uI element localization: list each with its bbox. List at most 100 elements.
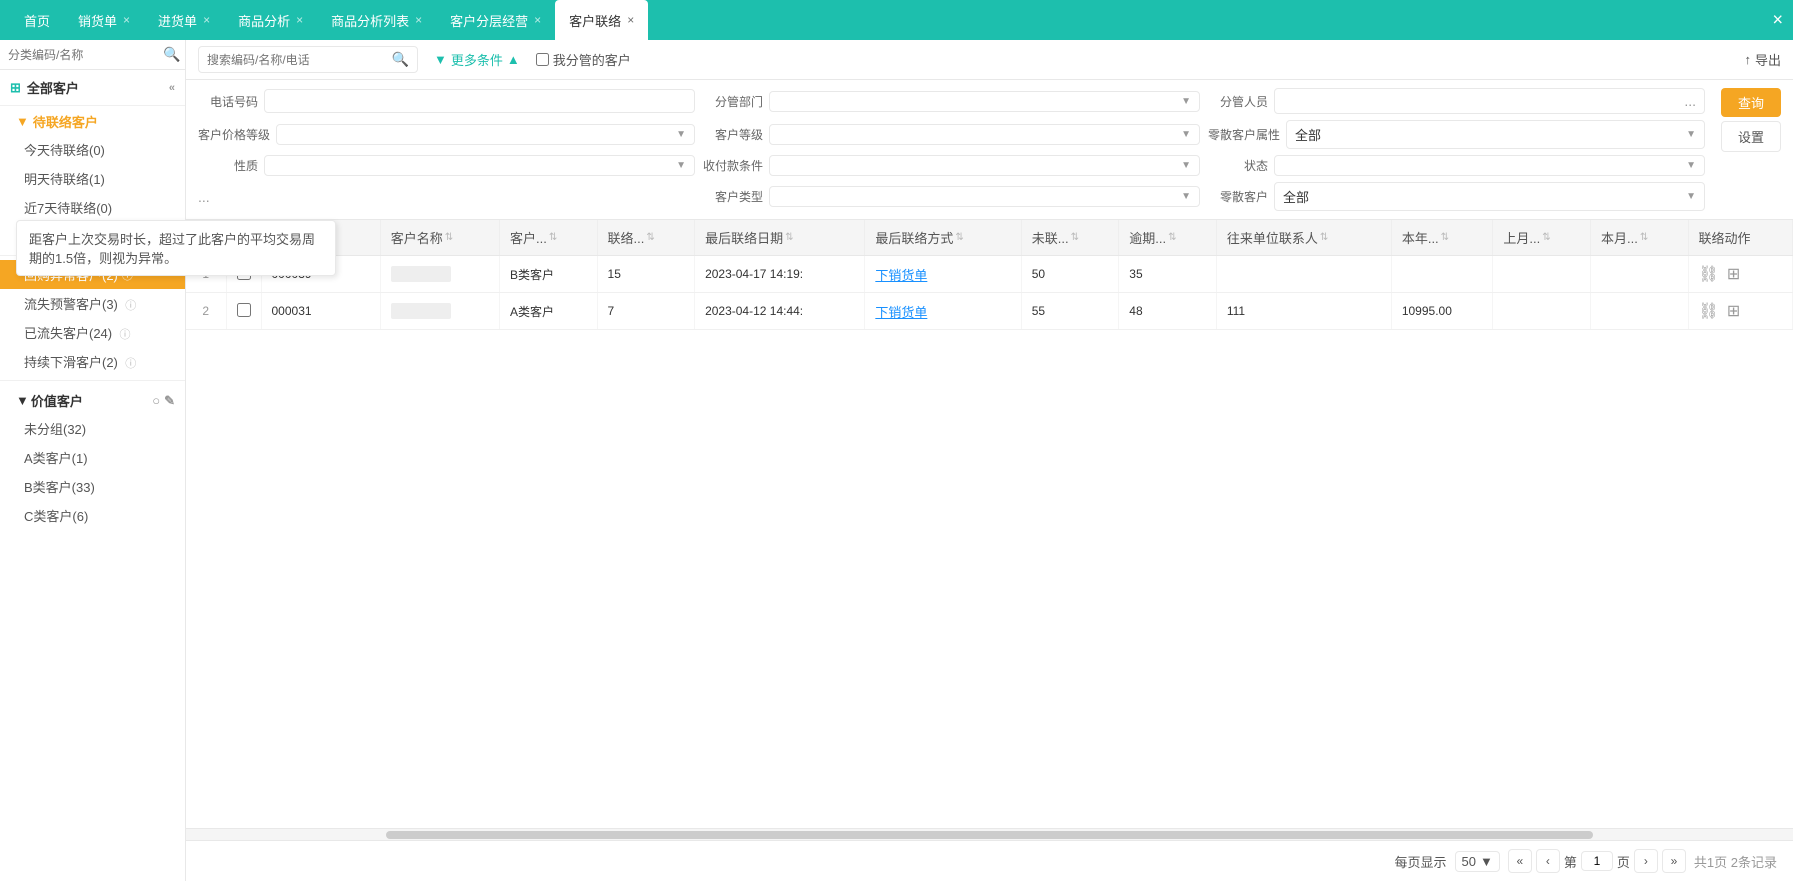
manager-dots[interactable]: ...	[1684, 93, 1696, 109]
tab-close-sales[interactable]: ×	[123, 13, 130, 27]
tab-purchase[interactable]: 进货单 ×	[144, 0, 224, 40]
sort-icon-contact: ⇅	[646, 232, 654, 243]
filter-cell-more: ...	[198, 189, 695, 205]
filter-cell-retail-attr: 零散客户属性 全部 ▼	[1208, 120, 1705, 149]
price-level-select[interactable]: ▼	[276, 124, 695, 145]
row1-grid-icon[interactable]: ⊞	[1727, 264, 1740, 284]
filter-cell-retail-customer: 零散客户 全部 ▼	[1208, 182, 1705, 211]
page-number-input[interactable]	[1581, 851, 1613, 871]
status-select[interactable]: ▼	[1274, 155, 1705, 176]
sidebar-search-icon[interactable]: 🔍	[163, 46, 180, 63]
retail-customer-select[interactable]: 全部 ▼	[1274, 182, 1705, 211]
sidebar-value-group[interactable]: ▼ 价值客户 ○ ✎	[0, 385, 185, 414]
tooltip-repurchase: 距客户上次交易时长，超过了此客户的平均交易周期的1.5倍，则视为异常。	[16, 220, 186, 276]
row2-last-method[interactable]: 下销货单	[865, 293, 1021, 330]
sidebar-item-tomorrow[interactable]: 明天待联络(1)	[0, 164, 185, 193]
sidebar-item-today[interactable]: 今天待联络(0)	[0, 135, 185, 164]
per-page-select[interactable]: 50 ▼	[1455, 851, 1500, 872]
search-icon-main[interactable]: 🔍	[392, 51, 409, 68]
edit-icon[interactable]: ✎	[164, 393, 175, 409]
more-dots[interactable]: ...	[198, 189, 210, 205]
filter-icon: ▼	[434, 52, 447, 67]
th-last-month[interactable]: 上月... ⇅	[1493, 220, 1591, 256]
tab-customer-layer[interactable]: 客户分层经营 ×	[436, 0, 555, 40]
sidebar-item-churned[interactable]: 已流失客户(24) ⓘ	[0, 318, 185, 347]
export-button[interactable]: ↑ 导出	[1744, 50, 1781, 69]
chevron-down-price: ▼	[676, 129, 686, 140]
sidebar-item-churn-warning[interactable]: 流失预警客户(3) ⓘ	[0, 289, 185, 318]
table-header-row: ⚙ 客户编码 ⇅ 客户名称	[186, 220, 1793, 256]
retail-attr-select[interactable]: 全部 ▼	[1286, 120, 1705, 149]
tab-close-customer-contact[interactable]: ×	[627, 13, 634, 27]
filter-cell-customer-type: 客户类型 ▼	[703, 186, 1200, 207]
th-uncontacted[interactable]: 未联... ⇅	[1021, 220, 1119, 256]
action-buttons: 查询 设置	[1713, 88, 1781, 152]
row2-last-date: 2023-04-12 14:44:	[695, 293, 865, 330]
row2-contact: 7	[597, 293, 695, 330]
tab-product-list[interactable]: 商品分析列表 ×	[317, 0, 436, 40]
row2-select-checkbox[interactable]	[237, 303, 251, 317]
circle-icon[interactable]: ○	[152, 393, 160, 409]
settings-button[interactable]: 设置	[1721, 121, 1781, 152]
dept-select[interactable]: ▼	[769, 91, 1200, 112]
tab-close-customer-layer[interactable]: ×	[534, 13, 541, 27]
window-close-button[interactable]: ×	[1772, 10, 1783, 31]
my-customers-checkbox[interactable]: 我分管的客户	[536, 50, 631, 69]
th-unit-contact[interactable]: 往来单位联系人 ⇅	[1216, 220, 1391, 256]
sidebar-item-class-c[interactable]: C类客户(6)	[0, 501, 185, 530]
row2-grid-icon[interactable]: ⊞	[1727, 301, 1740, 321]
tab-close-product-list[interactable]: ×	[415, 13, 422, 27]
row1-this-year	[1391, 256, 1493, 293]
customer-type-select[interactable]: ▼	[769, 186, 1200, 207]
th-last-contact-date[interactable]: 最后联络日期 ⇅	[695, 220, 865, 256]
chevron-down-retail: ▼	[1686, 129, 1696, 140]
chevron-down-perpage: ▼	[1480, 854, 1493, 869]
row2-this-year: 10995.00	[1391, 293, 1493, 330]
manager-select[interactable]: ...	[1274, 88, 1705, 114]
tab-home[interactable]: 首页	[10, 0, 64, 40]
th-type[interactable]: 客户... ⇅	[499, 220, 597, 256]
filter-row-4: ... 客户类型 ▼ 零散客户 全部	[198, 182, 1705, 211]
more-conditions-btn[interactable]: ▼ 更多条件 ▲	[434, 50, 520, 69]
sort-icon-lmonth: ⇅	[1542, 232, 1550, 243]
search-input[interactable]	[207, 53, 392, 67]
query-button[interactable]: 查询	[1721, 88, 1781, 117]
sidebar-item-class-a[interactable]: A类客户(1)	[0, 443, 185, 472]
row2-link-icon[interactable]: ⛓	[1699, 301, 1719, 321]
nature-select[interactable]: ▼	[264, 155, 695, 176]
sidebar-item-class-b[interactable]: B类客户(33)	[0, 472, 185, 501]
my-customers-input[interactable]	[536, 53, 549, 66]
filter-grid: 电话号码 分管部门 ▼ 分管人员	[186, 80, 1793, 220]
row2-actions: ⛓ ⊞	[1688, 293, 1792, 330]
th-name[interactable]: 客户名称 ⇅	[380, 220, 499, 256]
sidebar-item-7days[interactable]: 近7天待联络(0)	[0, 193, 185, 222]
sidebar-search-input[interactable]	[8, 48, 163, 62]
th-this-month[interactable]: 本月... ⇅	[1590, 220, 1688, 256]
tab-close-purchase[interactable]: ×	[203, 13, 210, 27]
prev-page-btn[interactable]: ‹	[1536, 849, 1560, 873]
row1-link-icon[interactable]: ⛓	[1699, 264, 1719, 284]
th-last-contact-method[interactable]: 最后联络方式 ⇅	[865, 220, 1021, 256]
payment-select[interactable]: ▼	[769, 155, 1200, 176]
tab-customer-contact[interactable]: 客户联络 ×	[555, 0, 648, 40]
customer-level-select[interactable]: ▼	[769, 124, 1200, 145]
next-page-btn[interactable]: ›	[1634, 849, 1658, 873]
row1-last-method[interactable]: 下销货单	[865, 256, 1021, 293]
sidebar-item-ungrouped[interactable]: 未分组(32)	[0, 414, 185, 443]
th-this-year[interactable]: 本年... ⇅	[1391, 220, 1493, 256]
row2-overdue: 48	[1119, 293, 1217, 330]
th-overdue[interactable]: 逾期... ⇅	[1119, 220, 1217, 256]
sidebar-all-customers[interactable]: ⊞ 全部客户 «	[0, 70, 185, 106]
th-contact[interactable]: 联络... ⇅	[597, 220, 695, 256]
tab-sales[interactable]: 销货单 ×	[64, 0, 144, 40]
tab-product-analysis[interactable]: 商品分析 ×	[224, 0, 317, 40]
table-horizontal-scrollbar[interactable]	[186, 828, 1793, 840]
page-label: 第	[1564, 852, 1577, 871]
last-page-btn[interactable]: »	[1662, 849, 1686, 873]
scrollbar-thumb[interactable]	[386, 831, 1593, 839]
first-page-btn[interactable]: «	[1508, 849, 1532, 873]
tab-close-product-analysis[interactable]: ×	[296, 13, 303, 27]
sidebar-item-declining[interactable]: 持续下滑客户(2) ⓘ	[0, 347, 185, 376]
phone-input[interactable]	[264, 89, 695, 113]
sidebar-group-pending[interactable]: ▼ 待联络客户	[0, 106, 185, 135]
